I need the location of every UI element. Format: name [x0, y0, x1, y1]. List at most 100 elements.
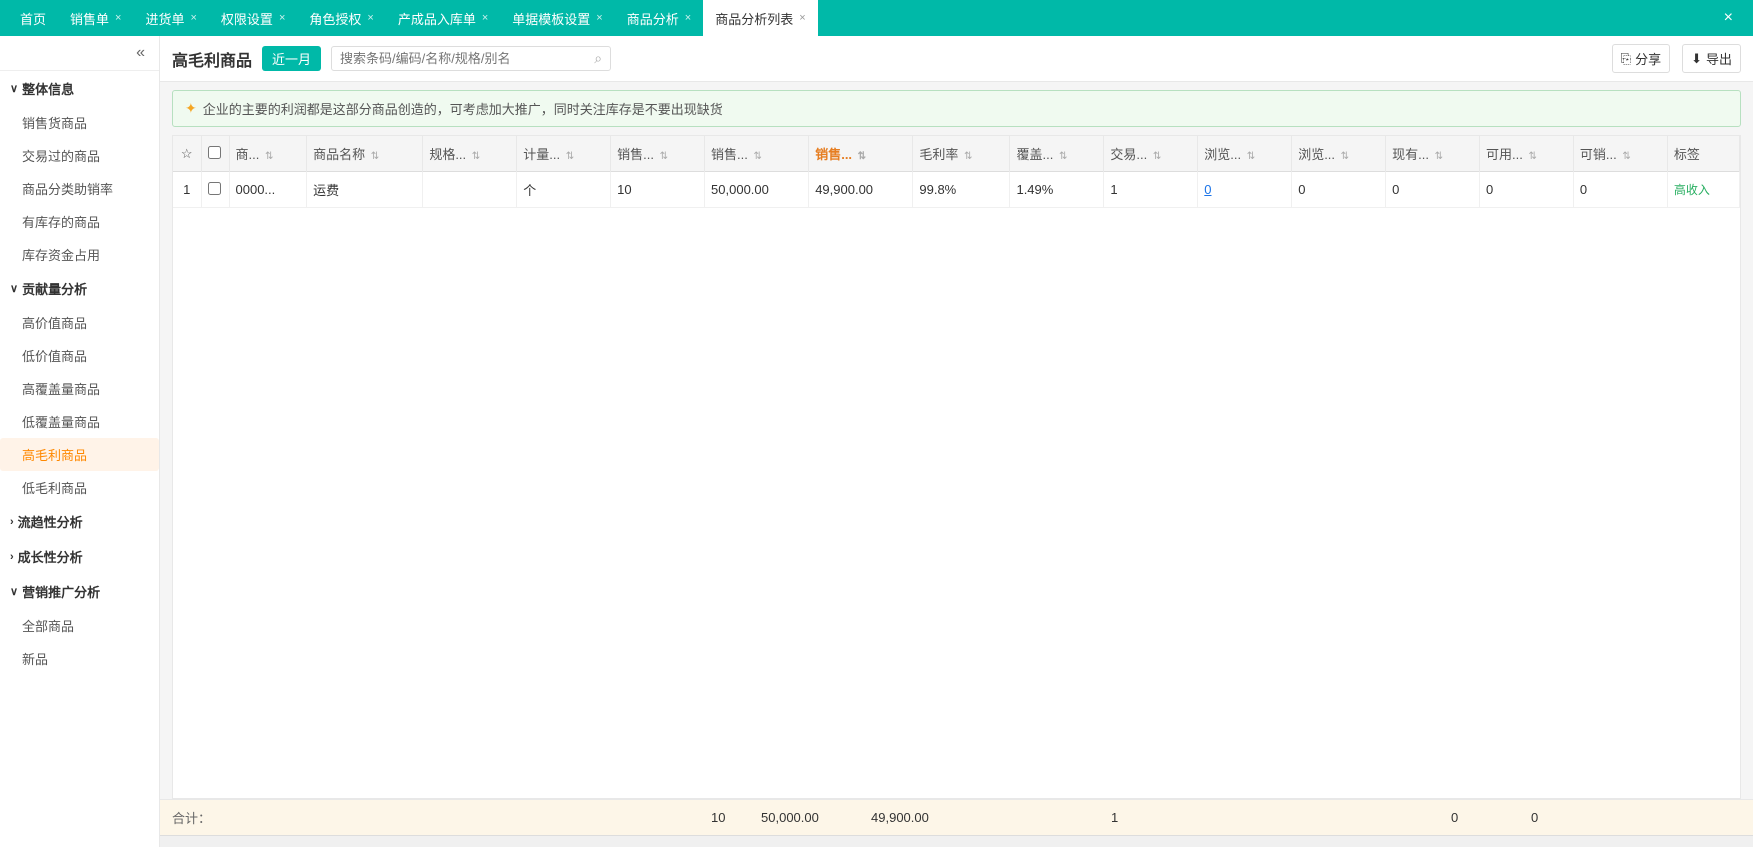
col-header-tag[interactable]: 标签 [1667, 136, 1739, 172]
nav-item-production[interactable]: 产成品入库单 × [386, 0, 500, 36]
data-table-wrapper[interactable]: ☆ 商... ⇅ 商品名称 ⇅ [172, 135, 1741, 799]
sidebar-item-low-margin[interactable]: 低毛利商品 [0, 471, 159, 504]
sort-name-icon: ⇅ [371, 151, 379, 162]
cell-checkbox[interactable] [201, 172, 229, 208]
sort-current-icon: ⇅ [1435, 151, 1443, 162]
col-header-sales3[interactable]: 销售... ⇅ [809, 136, 913, 172]
sort-transaction-icon: ⇅ [1153, 151, 1161, 162]
share-icon: ⎘ [1621, 51, 1631, 67]
col-header-spec[interactable]: 规格... ⇅ [423, 136, 517, 172]
sidebar-section-marketing-items: 全部商品 新品 [0, 609, 159, 675]
footer-totals: 合计： 10 50,000.00 49,900.00 1 0 0 [160, 799, 1753, 835]
close-permissions-tab[interactable]: × [279, 12, 285, 24]
close-analysis-list-tab[interactable]: × [799, 12, 805, 24]
sidebar-section-contribution-items: 高价值商品 低价值商品 高覆盖量商品 低覆盖量商品 高毛利商品 低毛利商品 [0, 306, 159, 504]
nav-item-home[interactable]: 首页 [8, 0, 58, 36]
filter-recent-month-button[interactable]: 近一月 [262, 46, 321, 71]
content-area: 高毛利商品 近一月 ⌕ ⎘ 分享 ⬇ 导出 ✦ 企业的主要的利润都是这部分商品创… [160, 36, 1753, 847]
col-header-sales2[interactable]: 销售... ⇅ [705, 136, 809, 172]
nav-item-purchase[interactable]: 进货单 × [133, 0, 208, 36]
col-header-coverage[interactable]: 覆盖... ⇅ [1010, 136, 1104, 172]
sidebar-item-high-margin[interactable]: 高毛利商品 [0, 438, 159, 471]
export-icon: ⬇ [1691, 51, 1702, 67]
sidebar-section-growth[interactable]: › 成长性分析 [0, 539, 159, 574]
sidebar-item-in-stock[interactable]: 有库存的商品 [0, 205, 159, 238]
col-header-available[interactable]: 可用... ⇅ [1480, 136, 1574, 172]
footer-sales3: 49,900.00 [871, 810, 971, 825]
sidebar-item-high-value[interactable]: 高价值商品 [0, 306, 159, 339]
nav-item-roles[interactable]: 角色授权 × [297, 0, 385, 36]
close-roles-tab[interactable]: × [367, 12, 373, 24]
arrow-growth-icon: › [10, 551, 14, 563]
sort-sellable-icon: ⇅ [1622, 151, 1630, 162]
col-header-transaction[interactable]: 交易... ⇅ [1104, 136, 1198, 172]
nav-item-analysis-list[interactable]: 商品分析列表 × [703, 0, 817, 36]
top-nav-bar: 首页 销售单 × 进货单 × 权限设置 × 角色授权 × 产成品入库单 × 单据… [0, 0, 1753, 36]
cell-code: 0000... [229, 172, 307, 208]
cell-name: 运费 [307, 172, 423, 208]
page-title: 高毛利商品 [172, 47, 252, 71]
sidebar-section-marketing[interactable]: ∨ 营销推广分析 [0, 574, 159, 609]
sidebar-item-stock-capital[interactable]: 库存资金占用 [0, 238, 159, 271]
sidebar-item-sales-goods[interactable]: 销售货商品 [0, 106, 159, 139]
col-header-checkbox[interactable] [201, 136, 229, 172]
sort-coverage-icon: ⇅ [1059, 151, 1067, 162]
cell-sellable: 0 [1573, 172, 1667, 208]
info-banner: ✦ 企业的主要的利润都是这部分商品创造的，可考虑加大推广，同时关注库存是不要出现… [172, 90, 1741, 127]
arrow-trend-icon: › [10, 516, 14, 528]
sidebar-item-low-value[interactable]: 低价值商品 [0, 339, 159, 372]
share-button[interactable]: ⎘ 分享 [1612, 44, 1670, 73]
cell-gross-rate: 99.8% [913, 172, 1010, 208]
search-icon[interactable]: ⌕ [594, 50, 602, 67]
col-header-browse1[interactable]: 浏览... ⇅ [1198, 136, 1292, 172]
sidebar-section-contribution[interactable]: ∨ 贡献量分析 [0, 271, 159, 306]
arrow-contribution-icon: ∨ [10, 282, 18, 295]
data-table: ☆ 商... ⇅ 商品名称 ⇅ [173, 136, 1740, 208]
cell-current: 0 [1386, 172, 1480, 208]
nav-item-template[interactable]: 单据模板设置 × [500, 0, 614, 36]
col-header-sellable[interactable]: 可销... ⇅ [1573, 136, 1667, 172]
sidebar-section-overall[interactable]: ∨ 整体信息 [0, 71, 159, 106]
close-template-tab[interactable]: × [596, 12, 602, 24]
nav-item-sales[interactable]: 销售单 × [58, 0, 133, 36]
col-header-sales1[interactable]: 销售... ⇅ [611, 136, 705, 172]
select-all-checkbox[interactable] [208, 146, 221, 159]
nav-item-permissions[interactable]: 权限设置 × [209, 0, 297, 36]
export-button[interactable]: ⬇ 导出 [1682, 44, 1741, 73]
window-close-button[interactable]: × [1712, 9, 1745, 27]
col-header-browse2[interactable]: 浏览... ⇅ [1292, 136, 1386, 172]
close-purchase-tab[interactable]: × [190, 12, 196, 24]
close-analysis-tab[interactable]: × [685, 12, 691, 24]
nav-item-analysis[interactable]: 商品分析 × [615, 0, 703, 36]
sidebar-item-low-coverage[interactable]: 低覆盖量商品 [0, 405, 159, 438]
cell-browse1[interactable]: 0 [1198, 172, 1292, 208]
cell-sales2: 50,000.00 [705, 172, 809, 208]
info-icon: ✦ [185, 100, 197, 117]
col-header-star[interactable]: ☆ [173, 136, 201, 172]
col-header-current[interactable]: 现有... ⇅ [1386, 136, 1480, 172]
close-production-tab[interactable]: × [482, 12, 488, 24]
col-header-name[interactable]: 商品名称 ⇅ [307, 136, 423, 172]
cell-unit: 个 [517, 172, 611, 208]
arrow-marketing-icon: ∨ [10, 585, 18, 598]
sidebar-item-category-rate[interactable]: 商品分类助销率 [0, 172, 159, 205]
col-header-unit[interactable]: 计量... ⇅ [517, 136, 611, 172]
footer-current: 0 [1451, 810, 1511, 825]
cell-tag: 高收入 [1667, 172, 1739, 208]
content-header: 高毛利商品 近一月 ⌕ ⎘ 分享 ⬇ 导出 [160, 36, 1753, 82]
sidebar-collapse-button[interactable]: « [130, 42, 151, 64]
sort-unit-icon: ⇅ [566, 151, 574, 162]
sidebar-item-high-coverage[interactable]: 高覆盖量商品 [0, 372, 159, 405]
sidebar-item-new-goods[interactable]: 新品 [0, 642, 159, 675]
sidebar-item-traded-goods[interactable]: 交易过的商品 [0, 139, 159, 172]
header-actions: ⎘ 分享 ⬇ 导出 [1612, 44, 1741, 73]
row-checkbox[interactable] [208, 182, 221, 195]
sidebar-item-all-goods[interactable]: 全部商品 [0, 609, 159, 642]
horizontal-scrollbar[interactable] [160, 835, 1753, 847]
close-sales-tab[interactable]: × [115, 12, 121, 24]
sort-sales1-icon: ⇅ [660, 151, 668, 162]
col-header-gross-rate[interactable]: 毛利率 ⇅ [913, 136, 1010, 172]
search-input[interactable] [340, 51, 594, 66]
col-header-code[interactable]: 商... ⇅ [229, 136, 307, 172]
sidebar-section-trend[interactable]: › 流趋性分析 [0, 504, 159, 539]
